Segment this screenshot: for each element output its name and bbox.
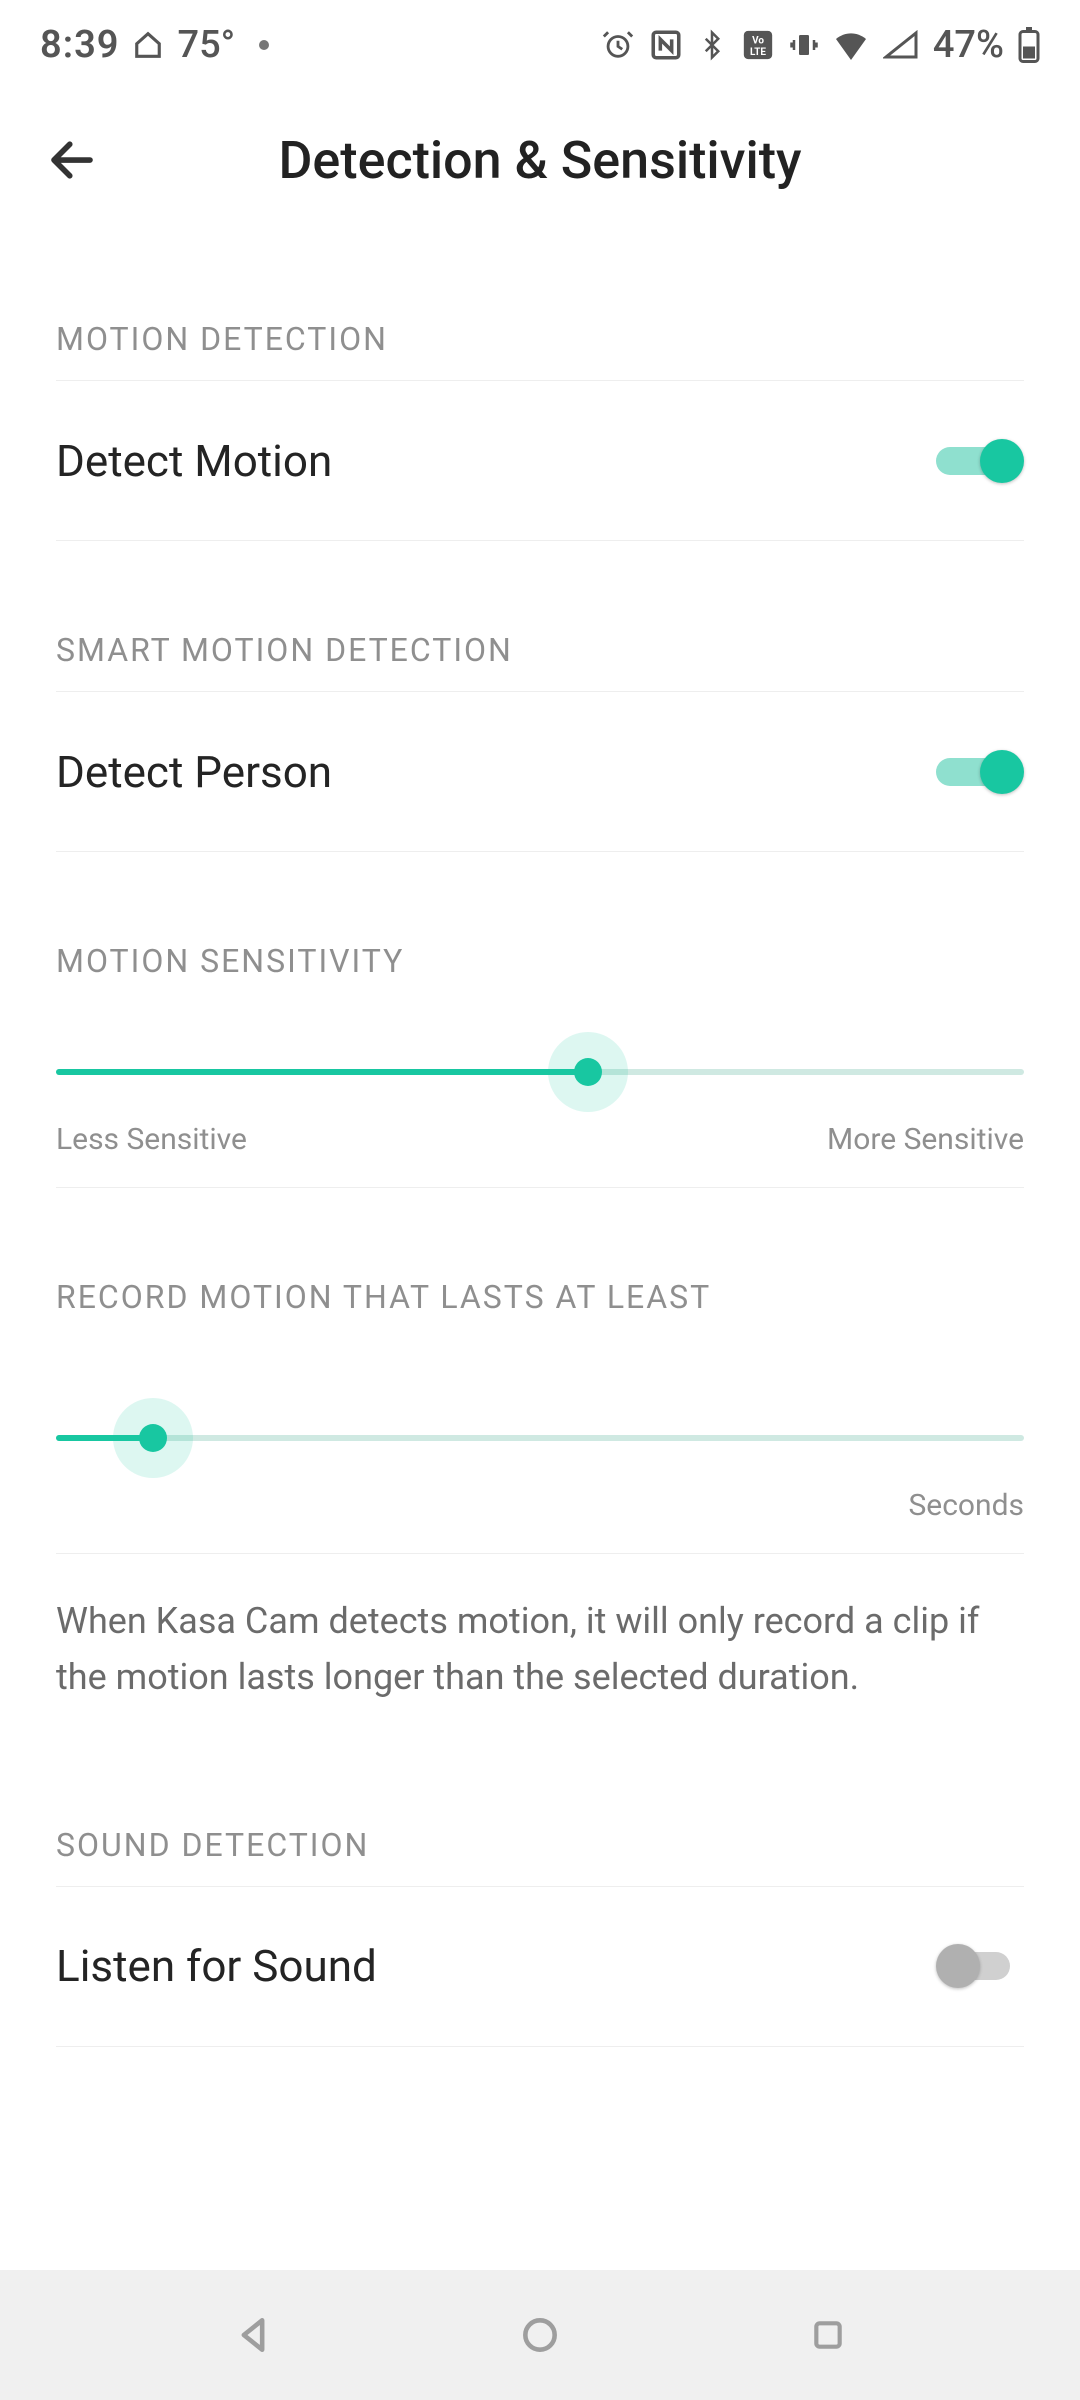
header: Detection & Sensitivity bbox=[0, 90, 1080, 230]
section-header-motion-detection: MOTION DETECTION bbox=[56, 320, 1024, 381]
slider-thumb[interactable] bbox=[574, 1058, 602, 1086]
status-left: 8:39 75° bbox=[40, 23, 269, 67]
row-detect-motion[interactable]: Detect Motion bbox=[56, 381, 1024, 541]
slider-min-label: Less Sensitive bbox=[56, 1122, 247, 1157]
signal-icon bbox=[883, 30, 919, 60]
slider-block-duration: Seconds bbox=[56, 1338, 1024, 1554]
home-icon bbox=[133, 30, 163, 60]
status-temp: 75° bbox=[177, 23, 235, 67]
slider-motion-sensitivity[interactable] bbox=[56, 1042, 1024, 1102]
circle-home-icon bbox=[518, 2313, 562, 2357]
section-motion-sensitivity: MOTION SENSITIVITY Less Sensitive More S… bbox=[56, 942, 1024, 1188]
system-nav-bar bbox=[0, 2270, 1080, 2400]
section-header-record-duration: RECORD MOTION THAT LASTS AT LEAST bbox=[56, 1278, 1024, 1338]
square-recent-icon bbox=[808, 2315, 848, 2355]
section-record-duration: RECORD MOTION THAT LASTS AT LEAST Second… bbox=[56, 1278, 1024, 1736]
page-title: Detection & Sensitivity bbox=[104, 130, 976, 191]
toggle-listen-sound[interactable] bbox=[936, 1944, 1024, 1988]
status-bar: 8:39 75° VoLTE 47% bbox=[0, 0, 1080, 90]
status-right: VoLTE 47% bbox=[601, 23, 1040, 67]
toggle-thumb bbox=[980, 439, 1024, 483]
slider-fill bbox=[56, 1069, 588, 1075]
nav-home-button[interactable] bbox=[505, 2300, 575, 2370]
section-header-smart-motion: SMART MOTION DETECTION bbox=[56, 631, 1024, 692]
label-detect-person: Detect Person bbox=[56, 746, 936, 798]
row-detect-person[interactable]: Detect Person bbox=[56, 692, 1024, 852]
row-listen-sound[interactable]: Listen for Sound bbox=[56, 1887, 1024, 2047]
nav-back-button[interactable] bbox=[218, 2300, 288, 2370]
svg-text:Vo: Vo bbox=[752, 36, 764, 47]
battery-icon bbox=[1018, 27, 1040, 63]
slider-max-label: More Sensitive bbox=[827, 1122, 1024, 1157]
slider-unit-label: Seconds bbox=[908, 1488, 1024, 1523]
alarm-icon bbox=[601, 28, 635, 62]
section-header-motion-sensitivity: MOTION SENSITIVITY bbox=[56, 942, 1024, 1002]
toggle-detect-person[interactable] bbox=[936, 750, 1024, 794]
section-sound-detection: SOUND DETECTION Listen for Sound bbox=[56, 1826, 1024, 2047]
toggle-detect-motion[interactable] bbox=[936, 439, 1024, 483]
slider-thumb[interactable] bbox=[139, 1424, 167, 1452]
slider-track bbox=[56, 1435, 1024, 1441]
slider-labels-duration: Seconds bbox=[56, 1488, 1024, 1523]
label-detect-motion: Detect Motion bbox=[56, 435, 936, 487]
slider-block-sensitivity: Less Sensitive More Sensitive bbox=[56, 1002, 1024, 1188]
label-listen-sound: Listen for Sound bbox=[56, 1940, 936, 1992]
bluetooth-icon bbox=[697, 28, 727, 62]
battery-percent: 47% bbox=[933, 23, 1004, 67]
section-smart-motion: SMART MOTION DETECTION Detect Person bbox=[56, 631, 1024, 852]
toggle-thumb bbox=[936, 1944, 980, 1988]
vibrate-icon bbox=[789, 28, 819, 62]
triangle-back-icon bbox=[231, 2313, 275, 2357]
section-motion-detection: MOTION DETECTION Detect Motion bbox=[56, 320, 1024, 541]
arrow-left-icon bbox=[45, 133, 99, 187]
content: MOTION DETECTION Detect Motion SMART MOT… bbox=[0, 320, 1080, 2047]
status-time: 8:39 bbox=[40, 23, 119, 67]
slider-labels-sensitivity: Less Sensitive More Sensitive bbox=[56, 1122, 1024, 1157]
nav-recent-button[interactable] bbox=[793, 2300, 863, 2370]
wifi-icon bbox=[833, 30, 869, 60]
back-button[interactable] bbox=[40, 128, 104, 192]
toggle-thumb bbox=[980, 750, 1024, 794]
svg-text:LTE: LTE bbox=[750, 47, 766, 58]
section-header-sound-detection: SOUND DETECTION bbox=[56, 1826, 1024, 1887]
volte-icon: VoLTE bbox=[741, 28, 775, 62]
help-text-record-duration: When Kasa Cam detects motion, it will on… bbox=[56, 1554, 1024, 1736]
notification-dot-icon bbox=[259, 40, 269, 50]
slider-record-duration[interactable] bbox=[56, 1408, 1024, 1468]
nfc-icon bbox=[649, 28, 683, 62]
